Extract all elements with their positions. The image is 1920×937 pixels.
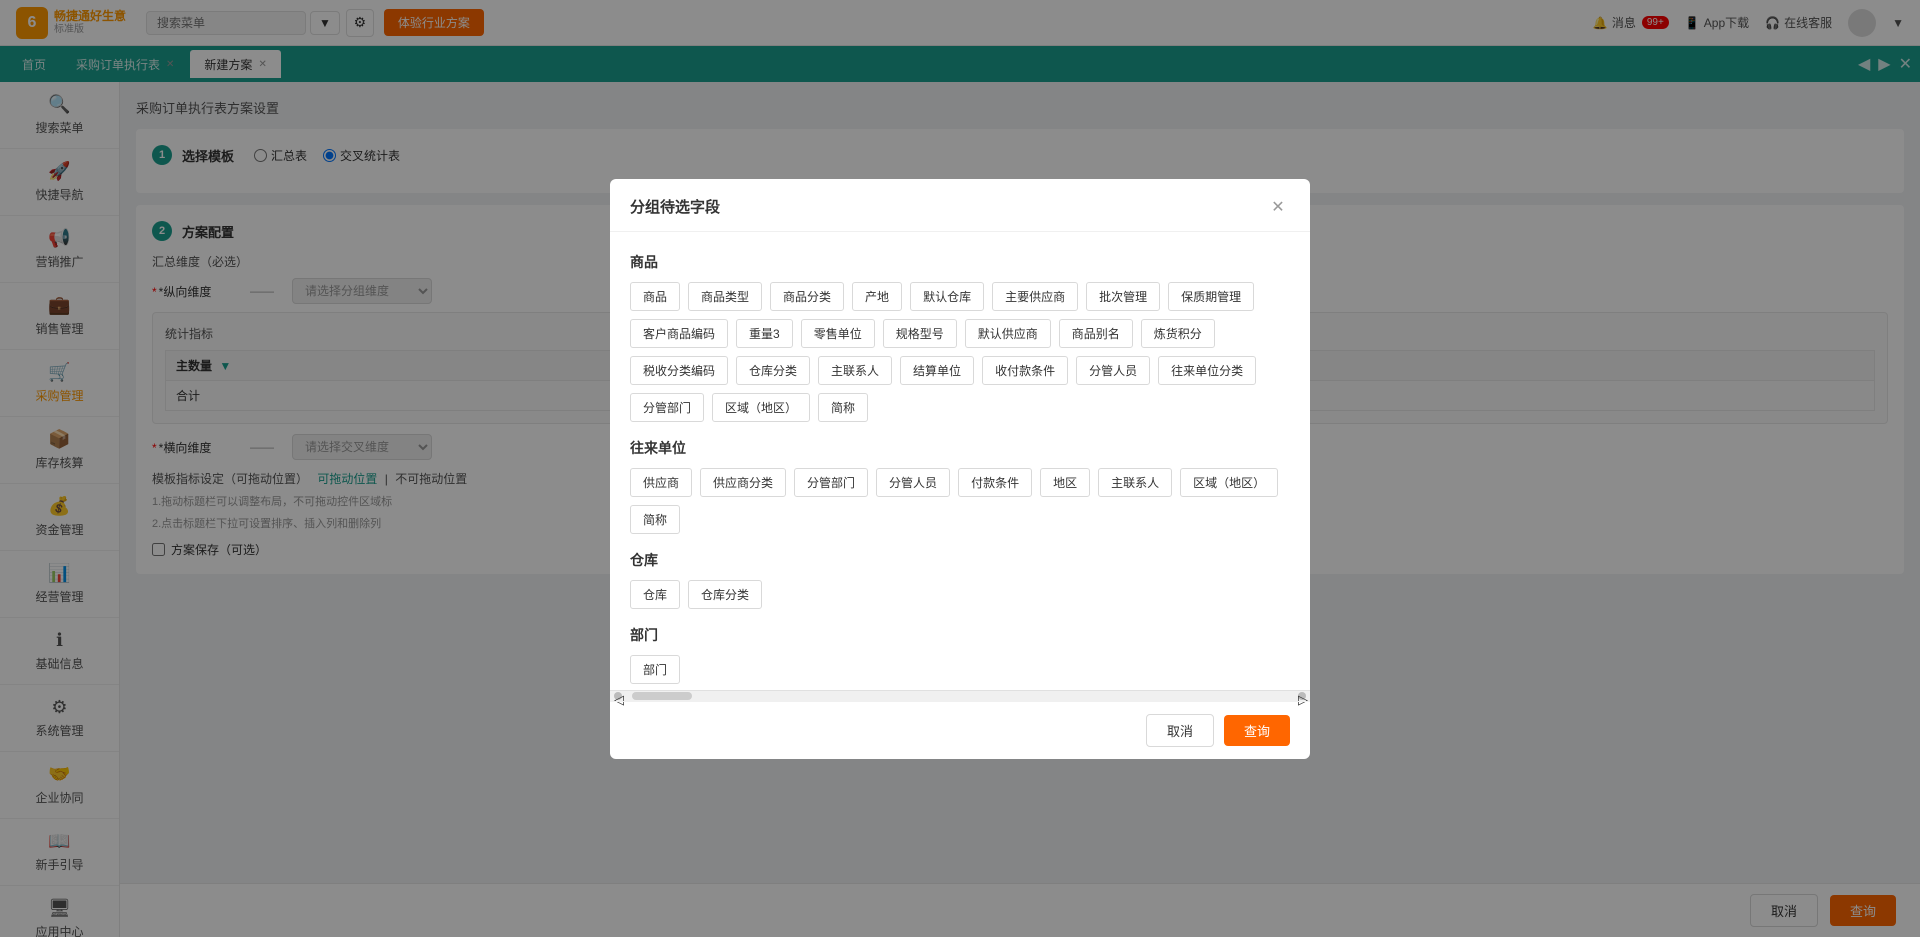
field-tag-0-10[interactable]: 零售单位 — [801, 319, 875, 348]
field-group-title-3: 部门 — [630, 625, 1290, 645]
field-tag-0-16[interactable]: 仓库分类 — [736, 356, 810, 385]
field-tag-0-3[interactable]: 产地 — [852, 282, 902, 311]
modal: 分组待选字段 ✕ 商品商品商品类型商品分类产地默认仓库主要供应商批次管理保质期管… — [610, 179, 1310, 759]
field-tag-0-18[interactable]: 结算单位 — [900, 356, 974, 385]
field-tag-0-9[interactable]: 重量3 — [736, 319, 793, 348]
field-tag-0-14[interactable]: 炼货积分 — [1141, 319, 1215, 348]
field-tag-0-8[interactable]: 客户商品编码 — [630, 319, 728, 348]
field-tag-0-1[interactable]: 商品类型 — [688, 282, 762, 311]
hscroll-left-arrow[interactable]: ◁ — [614, 692, 622, 700]
field-tags-group-3: 部门 — [630, 655, 1290, 684]
modal-close-button[interactable]: ✕ — [1266, 195, 1290, 219]
modal-confirm-button[interactable]: 查询 — [1224, 715, 1290, 746]
field-tag-0-2[interactable]: 商品分类 — [770, 282, 844, 311]
field-tag-3-0[interactable]: 部门 — [630, 655, 680, 684]
hscroll-right-arrow[interactable]: ▷ — [1298, 692, 1306, 700]
field-tag-1-1[interactable]: 供应商分类 — [700, 468, 786, 497]
field-tag-0-11[interactable]: 规格型号 — [883, 319, 957, 348]
modal-cancel-button[interactable]: 取消 — [1146, 714, 1214, 747]
field-tag-0-21[interactable]: 往来单位分类 — [1158, 356, 1256, 385]
field-tag-0-12[interactable]: 默认供应商 — [965, 319, 1051, 348]
field-tag-2-1[interactable]: 仓库分类 — [688, 580, 762, 609]
field-tag-0-0[interactable]: 商品 — [630, 282, 680, 311]
modal-body: 商品商品商品类型商品分类产地默认仓库主要供应商批次管理保质期管理客户商品编码重量… — [610, 232, 1310, 691]
field-tags-group-2: 仓库仓库分类 — [630, 580, 1290, 609]
field-group-title-0: 商品 — [630, 252, 1290, 272]
modal-horizontal-scrollbar[interactable]: ◁ ▷ — [610, 690, 1310, 700]
field-tag-1-5[interactable]: 地区 — [1040, 468, 1090, 497]
field-tag-0-6[interactable]: 批次管理 — [1086, 282, 1160, 311]
field-tag-1-3[interactable]: 分管人员 — [876, 468, 950, 497]
field-group-title-1: 往来单位 — [630, 438, 1290, 458]
field-group-title-2: 仓库 — [630, 550, 1290, 570]
modal-footer: 取消 查询 — [610, 701, 1310, 759]
field-tag-0-17[interactable]: 主联系人 — [818, 356, 892, 385]
field-tag-1-2[interactable]: 分管部门 — [794, 468, 868, 497]
modal-overlay: 分组待选字段 ✕ 商品商品商品类型商品分类产地默认仓库主要供应商批次管理保质期管… — [0, 0, 1920, 937]
field-tag-0-7[interactable]: 保质期管理 — [1168, 282, 1254, 311]
modal-title: 分组待选字段 — [630, 196, 720, 217]
field-tag-0-20[interactable]: 分管人员 — [1076, 356, 1150, 385]
field-tags-group-1: 供应商供应商分类分管部门分管人员付款条件地区主联系人区域（地区） 简称 — [630, 468, 1290, 534]
field-tag-1-0[interactable]: 供应商 — [630, 468, 692, 497]
field-tag-1-4[interactable]: 付款条件 — [958, 468, 1032, 497]
field-tag-1-7[interactable]: 区域（地区） — [1180, 468, 1278, 497]
field-tag-0-19[interactable]: 收付款条件 — [982, 356, 1068, 385]
field-tags-group-0: 商品商品类型商品分类产地默认仓库主要供应商批次管理保质期管理客户商品编码重量3 零… — [630, 282, 1290, 422]
field-tag-0-24[interactable]: 简称 — [818, 393, 868, 422]
hscroll-thumb[interactable] — [632, 692, 692, 700]
modal-header: 分组待选字段 ✕ — [610, 179, 1310, 232]
field-tag-0-5[interactable]: 主要供应商 — [992, 282, 1078, 311]
field-tag-1-8[interactable]: 简称 — [630, 505, 680, 534]
field-tag-0-4[interactable]: 默认仓库 — [910, 282, 984, 311]
field-tag-0-13[interactable]: 商品别名 — [1059, 319, 1133, 348]
field-tag-0-15[interactable]: 税收分类编码 — [630, 356, 728, 385]
field-tag-1-6[interactable]: 主联系人 — [1098, 468, 1172, 497]
field-tag-2-0[interactable]: 仓库 — [630, 580, 680, 609]
field-tag-0-23[interactable]: 区域（地区） — [712, 393, 810, 422]
field-tag-0-22[interactable]: 分管部门 — [630, 393, 704, 422]
